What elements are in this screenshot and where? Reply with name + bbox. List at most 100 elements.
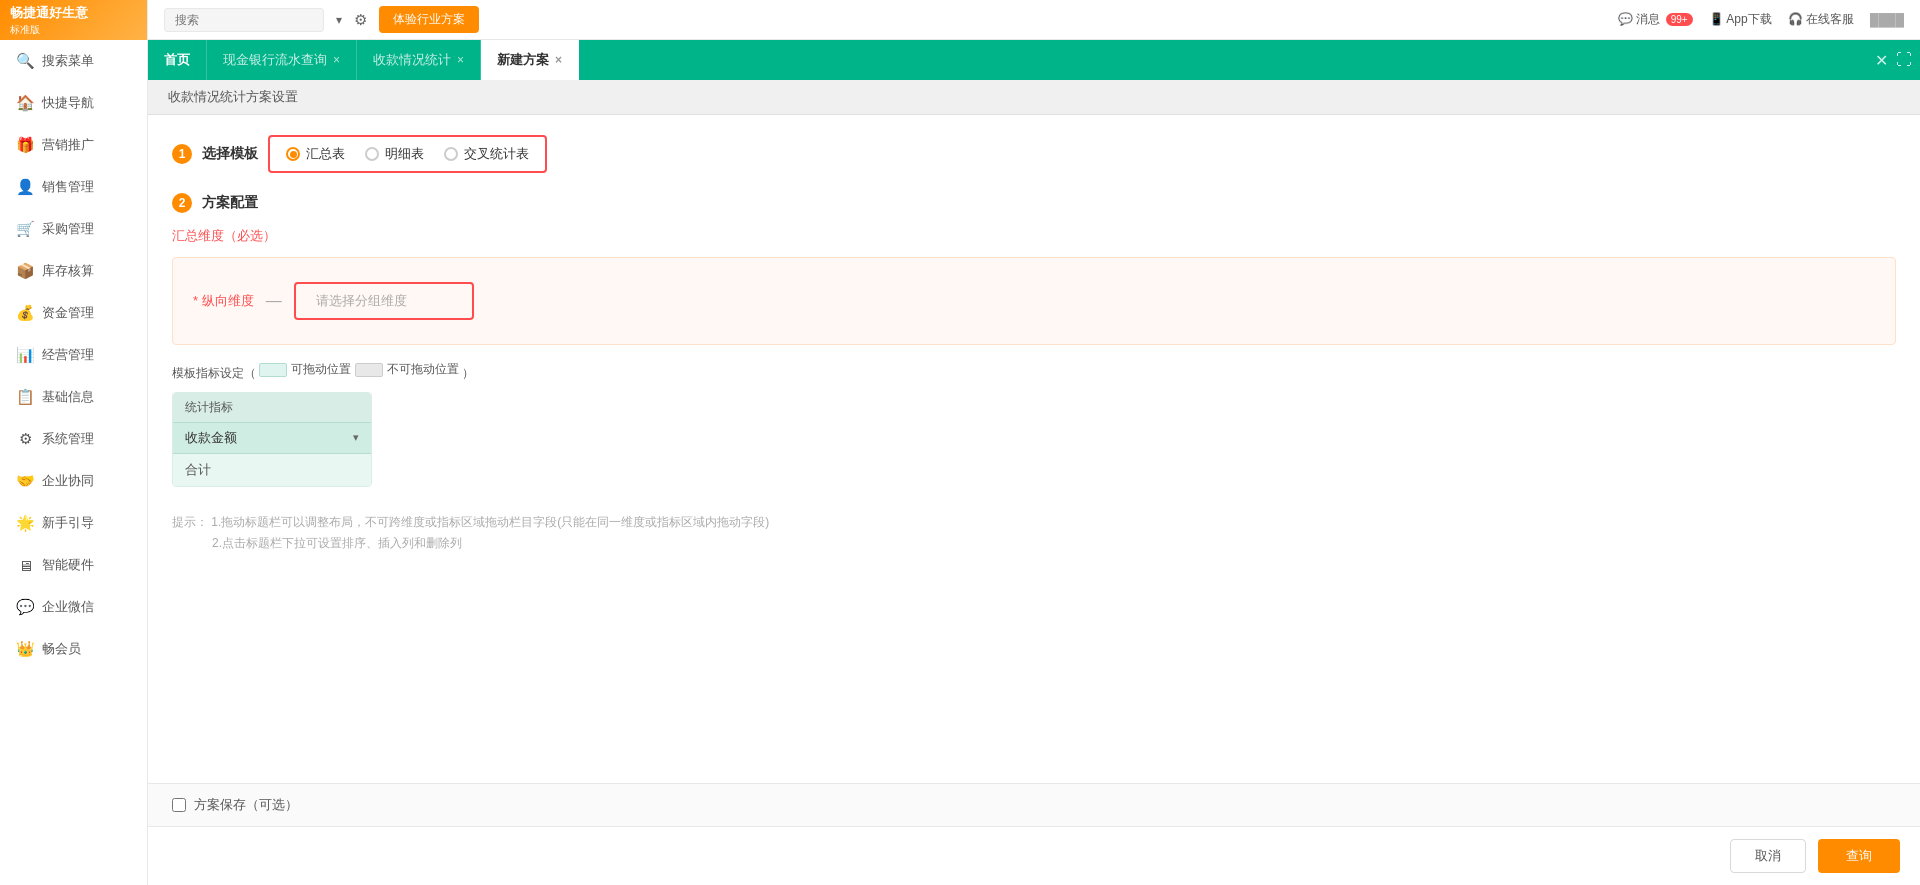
sidebar-label-system: 系统管理	[42, 430, 94, 448]
legend-non-draggable: 不可拖动位置	[355, 361, 459, 378]
sidebar-label-enterprise-wechat: 企业微信	[42, 598, 94, 616]
tab-bank-flow[interactable]: 现金银行流水查询 ×	[207, 40, 357, 80]
sidebar-item-search-menu[interactable]: 🔍 搜索菜单	[0, 40, 147, 82]
page-title-bar: 收款情况统计方案设置	[148, 80, 1920, 115]
smart-hw-icon: 🖥	[16, 557, 34, 574]
sidebar-item-operations[interactable]: 📊经营管理	[0, 334, 147, 376]
tab-label-home: 首页	[164, 51, 190, 69]
sidebar-logo: 畅捷通好生意 标准版	[0, 0, 147, 40]
col-label: 收款金额	[185, 429, 237, 447]
sidebar-item-newbie[interactable]: 🌟新手引导	[0, 502, 147, 544]
hint-line-2: 2.点击标题栏下拉可设置排序、插入列和删除列	[172, 535, 1896, 552]
stats-table-header-label: 统计指标	[173, 393, 371, 423]
dimension-row: * 纵向维度 — 请选择分组维度	[193, 282, 1875, 320]
indicator-settings: 模板指标设定（ 可拖动位置 不可拖动位置 ）	[172, 361, 1896, 490]
main-area: ▾ ⚙ 体验行业方案 💬 消息 99+ 📱 App下载 🎧 在线客服 ████ …	[148, 0, 1920, 885]
sidebar-label-sales: 销售管理	[42, 178, 94, 196]
stats-cell-total: 合计	[173, 454, 371, 486]
template-label-cross: 交叉统计表	[464, 145, 529, 163]
radio-cross	[444, 147, 458, 161]
tabbar-actions: ✕ ⛶	[1875, 51, 1920, 70]
sidebar-item-finance[interactable]: 💰 资金管理	[0, 292, 147, 334]
arrow-icon: —	[266, 292, 282, 310]
user-info[interactable]: ████	[1870, 13, 1904, 27]
legend-draggable-box	[259, 363, 287, 377]
basic-info-icon: 📋	[16, 388, 34, 406]
sidebar-label-marketing: 营销推广	[42, 136, 94, 154]
finance-icon: 💰	[16, 304, 34, 322]
expand-icon[interactable]: ⛶	[1896, 51, 1912, 69]
template-option-detail[interactable]: 明细表	[365, 145, 424, 163]
col-dropdown-icon[interactable]: ▾	[353, 431, 359, 444]
close-tab-icon[interactable]: ✕	[1875, 51, 1888, 70]
sidebar-item-basic-info[interactable]: 📋 基础信息	[0, 376, 147, 418]
sidebar-item-marketing[interactable]: 🎁 营销推广	[0, 124, 147, 166]
template-option-cross[interactable]: 交叉统计表	[444, 145, 529, 163]
newbie-icon: 🌟	[16, 514, 34, 532]
step2-title: 方案配置	[202, 194, 258, 212]
tab-close-bank-flow[interactable]: ×	[333, 53, 340, 67]
step2-badge: 2	[172, 193, 192, 213]
hint-section: 提示： 1.拖动标题栏可以调整布局，不可跨维度或指标区域拖动栏目字段(只能在同一…	[172, 514, 1896, 552]
sidebar-label-smart-hw: 智能硬件	[42, 556, 94, 574]
dimension-select[interactable]: 请选择分组维度	[294, 282, 474, 320]
save-label: 方案保存（可选）	[194, 796, 298, 814]
sidebar-item-system[interactable]: ⚙ 系统管理	[0, 418, 147, 460]
online-support-link[interactable]: 🎧 在线客服	[1788, 11, 1854, 28]
trial-button[interactable]: 体验行业方案	[379, 6, 479, 33]
save-checkbox[interactable]	[172, 798, 186, 812]
gear-icon[interactable]: ⚙	[354, 11, 367, 29]
marketing-icon: 🎁	[16, 136, 34, 154]
sidebar-item-member[interactable]: 👑畅会员	[0, 628, 147, 670]
stats-col-header[interactable]: 收款金额 ▾	[173, 423, 371, 454]
save-section: 方案保存（可选）	[148, 783, 1920, 826]
message-link[interactable]: 💬 消息 99+	[1618, 11, 1693, 28]
sidebar-item-quick-nav[interactable]: 🏠 快捷导航	[0, 82, 147, 124]
sidebar-item-enterprise-collab[interactable]: 🤝企业协同	[0, 460, 147, 502]
tabbar: 首页现金银行流水查询×收款情况统计×新建方案× ✕ ⛶	[148, 40, 1920, 80]
step2-section: 2 方案配置 汇总维度（必选） * 纵向维度 — 请选择分组维度	[172, 193, 1896, 552]
template-label-summary: 汇总表	[306, 145, 345, 163]
footer-bar: 取消 查询	[148, 826, 1920, 885]
query-button[interactable]: 查询	[1818, 839, 1900, 873]
sidebar-item-inventory[interactable]: 📦库存核算	[0, 250, 147, 292]
topbar-dropdown[interactable]: ▾	[336, 13, 342, 27]
tab-label-receipts-stats: 收款情况统计	[373, 51, 451, 69]
tab-label-bank-flow: 现金银行流水查询	[223, 51, 327, 69]
radio-summary	[286, 147, 300, 161]
app-download-link[interactable]: 📱 App下载	[1709, 11, 1772, 28]
tab-home[interactable]: 首页	[148, 40, 207, 80]
tab-new-plan[interactable]: 新建方案×	[481, 40, 579, 80]
hint-line-1: 提示： 1.拖动标题栏可以调整布局，不可跨维度或指标区域拖动栏目字段(只能在同一…	[172, 514, 1896, 531]
search-input[interactable]	[164, 8, 324, 32]
sales-icon: 👤	[16, 178, 34, 196]
sidebar-label-finance: 资金管理	[42, 304, 94, 322]
tab-receipts-stats[interactable]: 收款情况统计 ×	[357, 40, 481, 80]
template-label-detail: 明细表	[385, 145, 424, 163]
tab-close-new-plan[interactable]: ×	[555, 53, 562, 67]
template-option-summary[interactable]: 汇总表	[286, 145, 345, 163]
stats-table: 统计指标 收款金额 ▾ 合计	[172, 392, 372, 487]
system-icon: ⚙	[16, 430, 34, 448]
search-menu-icon: 🔍	[16, 52, 34, 70]
operations-icon: 📊	[16, 346, 34, 364]
topbar: ▾ ⚙ 体验行业方案 💬 消息 99+ 📱 App下载 🎧 在线客服 ████	[148, 0, 1920, 40]
sidebar-item-sales[interactable]: 👤 销售管理	[0, 166, 147, 208]
sidebar-item-enterprise-wechat[interactable]: 💬企业微信	[0, 586, 147, 628]
sidebar-label-inventory: 库存核算	[42, 262, 94, 280]
radio-detail	[365, 147, 379, 161]
page-title: 收款情况统计方案设置	[168, 89, 298, 104]
sidebar-label-search-menu: 搜索菜单	[42, 52, 94, 70]
form-area: 1 选择模板 汇总表 明细表 交叉统计表	[148, 115, 1920, 783]
sidebar-label-quick-nav: 快捷导航	[42, 94, 94, 112]
headset-icon: 🎧	[1788, 12, 1803, 26]
sidebar-label-basic-info: 基础信息	[42, 388, 94, 406]
tab-close-receipts-stats[interactable]: ×	[457, 53, 464, 67]
page-content: 收款情况统计方案设置 1 选择模板 汇总表 明细表	[148, 80, 1920, 885]
sidebar-item-purchase[interactable]: 🛒采购管理	[0, 208, 147, 250]
sidebar-item-smart-hw[interactable]: 🖥 智能硬件	[0, 544, 147, 586]
quick-nav-icon: 🏠	[16, 94, 34, 112]
template-options-box: 汇总表 明细表 交叉统计表	[268, 135, 547, 173]
cancel-button[interactable]: 取消	[1730, 839, 1806, 873]
app-icon: 📱	[1709, 12, 1724, 26]
